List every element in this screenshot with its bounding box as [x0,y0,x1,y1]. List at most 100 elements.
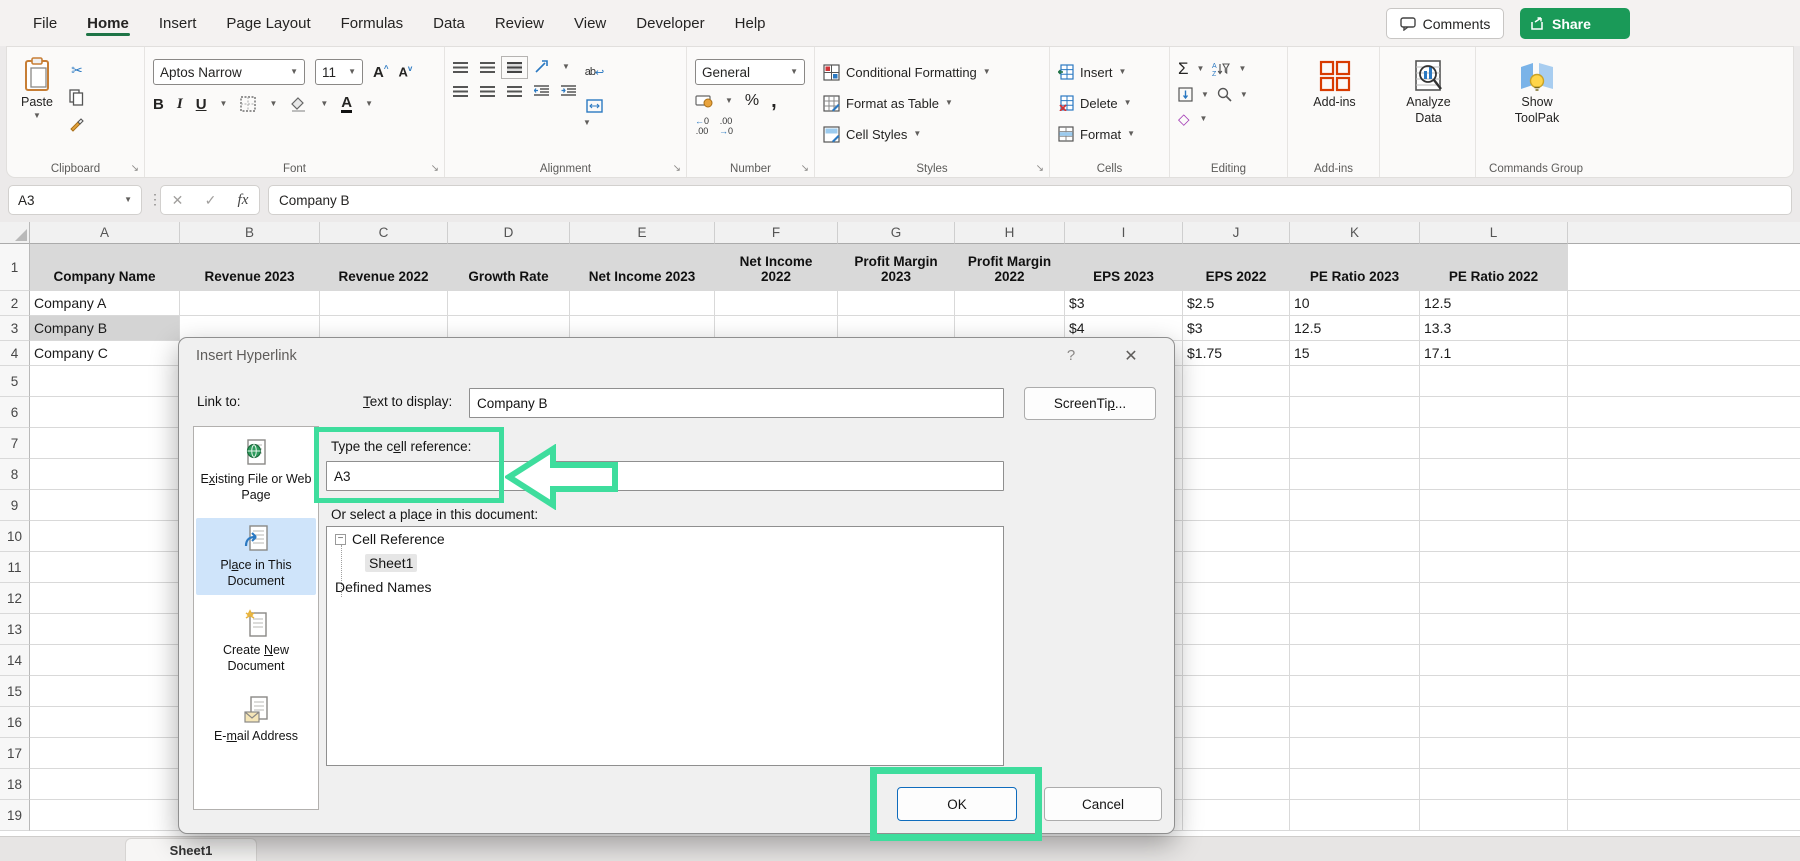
cell-A15[interactable] [30,676,180,707]
font-color-icon[interactable]: A [341,95,353,113]
bold-button[interactable]: B [153,96,164,113]
cell-K12[interactable] [1290,583,1420,614]
cell-J5[interactable] [1183,366,1290,397]
fill-color-icon[interactable] [290,96,307,112]
cell-K15[interactable] [1290,676,1420,707]
cell-K7[interactable] [1290,428,1420,459]
cell-A10[interactable] [30,521,180,552]
row-header-13[interactable]: 13 [0,614,30,645]
autosum-icon[interactable]: Σ [1178,59,1189,79]
name-box[interactable]: A3 ▼ [8,185,142,215]
number-format-select[interactable]: General ▼ [695,59,805,85]
clear-icon[interactable]: ◇ [1178,110,1190,128]
font-dialog-launcher-icon[interactable]: ↘ [431,163,439,174]
cell-H2[interactable] [955,291,1065,316]
cell-A16[interactable] [30,707,180,738]
cell-G1[interactable]: Profit Margin 2023 [838,244,955,291]
cell-K1[interactable]: PE Ratio 2023 [1290,244,1420,291]
menu-tab-view[interactable]: View [561,9,619,38]
text-to-display-input[interactable] [469,388,1004,418]
cell-L18[interactable] [1420,769,1568,800]
cell-A8[interactable] [30,459,180,490]
screentip-button[interactable]: ScreenTi p... [1024,387,1156,420]
insert-cells-button[interactable]: Insert ▼ [1058,59,1163,85]
menu-tab-data[interactable]: Data [420,9,478,38]
row-header-3[interactable]: 3 [0,316,30,341]
show-toolpak-button[interactable]: Show ToolPak [1484,55,1590,130]
row-header-12[interactable]: 12 [0,583,30,614]
underline-button[interactable]: U [196,96,207,113]
find-select-icon[interactable] [1217,87,1232,102]
cell-A11[interactable] [30,552,180,583]
cell-K9[interactable] [1290,490,1420,521]
column-header-L[interactable]: L [1420,222,1568,244]
cell-C1[interactable]: Revenue 2022 [320,244,448,291]
cell-K11[interactable] [1290,552,1420,583]
align-left-icon[interactable] [453,85,468,97]
middle-align-icon[interactable] [480,61,495,73]
row-header-18[interactable]: 18 [0,769,30,800]
cell-L15[interactable] [1420,676,1568,707]
share-button[interactable]: Share [1520,8,1630,39]
font-name-select[interactable]: Aptos Narrow ▼ [153,59,305,85]
cell-J3[interactable]: $3 [1183,316,1290,341]
document-place-tree[interactable]: − Cell Reference Sheet1 Defined Names [326,526,1004,766]
borders-icon[interactable] [240,96,257,112]
cell-K18[interactable] [1290,769,1420,800]
comma-style-icon[interactable]: , [771,91,777,111]
cell-E2[interactable] [570,291,715,316]
decrease-indent-icon[interactable] [534,85,549,97]
format-as-table-button[interactable]: Format as Table ▼ [823,90,1043,116]
cell-A19[interactable] [30,800,180,831]
cell-A9[interactable] [30,490,180,521]
tree-node-cell-reference[interactable]: − Cell Reference [327,527,1003,551]
cell-J15[interactable] [1183,676,1290,707]
row-header-11[interactable]: 11 [0,552,30,583]
column-header-F[interactable]: F [715,222,838,244]
cell-K14[interactable] [1290,645,1420,676]
cell-A13[interactable] [30,614,180,645]
cell-L10[interactable] [1420,521,1568,552]
cell-J19[interactable] [1183,800,1290,831]
dialog-help-button[interactable]: ? [1059,347,1083,364]
column-header-H[interactable]: H [955,222,1065,244]
cell-L7[interactable] [1420,428,1568,459]
top-align-icon[interactable] [453,61,468,73]
cell-J12[interactable] [1183,583,1290,614]
formula-input[interactable]: Company B [268,185,1792,215]
link-to-option-create-new[interactable]: Create New Document [196,603,316,681]
cell-A18[interactable] [30,769,180,800]
row-header-5[interactable]: 5 [0,366,30,397]
cancel-entry-icon[interactable]: ✕ [172,192,184,209]
collapse-icon[interactable]: − [335,533,346,545]
row-header-2[interactable]: 2 [0,291,30,316]
bottom-align-icon[interactable] [501,55,528,79]
cell-A12[interactable] [30,583,180,614]
link-to-option-email[interactable]: E-mail Address [196,689,316,750]
menu-tab-page-layout[interactable]: Page Layout [213,9,323,38]
cell-A4[interactable]: Company C [30,341,180,366]
format-cells-button[interactable]: Format ▼ [1058,121,1163,147]
cell-L3[interactable]: 13.3 [1420,316,1568,341]
cell-L16[interactable] [1420,707,1568,738]
select-all-corner[interactable] [0,222,30,244]
accounting-format-icon[interactable] [695,94,713,108]
cell-J2[interactable]: $2.5 [1183,291,1290,316]
orientation-icon[interactable] [534,59,550,75]
merge-center-icon[interactable] [583,97,605,115]
cell-K16[interactable] [1290,707,1420,738]
cell-I2[interactable]: $3 [1065,291,1183,316]
insert-function-icon[interactable]: fx [238,192,249,209]
cell-J4[interactable]: $1.75 [1183,341,1290,366]
cell-K6[interactable] [1290,397,1420,428]
menu-tab-help[interactable]: Help [722,9,779,38]
cell-J11[interactable] [1183,552,1290,583]
cell-J16[interactable] [1183,707,1290,738]
cell-A6[interactable] [30,397,180,428]
tree-node-defined-names[interactable]: Defined Names [327,575,1003,599]
addins-button[interactable]: Add-ins [1296,55,1373,115]
cell-F1[interactable]: Net Income 2022 [715,244,838,291]
decrease-font-icon[interactable]: Av [399,64,413,79]
alignment-dialog-launcher-icon[interactable]: ↘ [673,163,681,174]
cell-L6[interactable] [1420,397,1568,428]
